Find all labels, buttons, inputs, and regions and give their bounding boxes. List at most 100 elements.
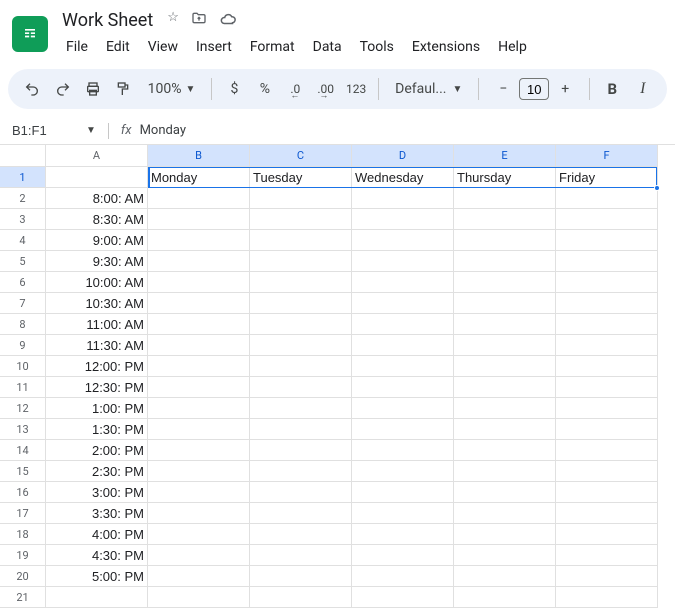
move-folder-icon[interactable]	[191, 10, 207, 32]
cell-B6[interactable]	[148, 272, 250, 293]
cell-E18[interactable]	[454, 524, 556, 545]
cell-F14[interactable]	[556, 440, 658, 461]
row-header-2[interactable]: 2	[0, 188, 46, 209]
cell-A20[interactable]: 5:00: PM	[46, 566, 148, 587]
cell-C1[interactable]: Tuesday	[250, 167, 352, 188]
cell-C15[interactable]	[250, 461, 352, 482]
cell-E11[interactable]	[454, 377, 556, 398]
col-header-A[interactable]: A	[46, 145, 148, 167]
row-header-13[interactable]: 13	[0, 419, 46, 440]
cell-E2[interactable]	[454, 188, 556, 209]
cell-E7[interactable]	[454, 293, 556, 314]
cell-F11[interactable]	[556, 377, 658, 398]
cell-E21[interactable]	[454, 587, 556, 608]
row-header-6[interactable]: 6	[0, 272, 46, 293]
doc-title[interactable]: Work Sheet	[58, 8, 157, 33]
cell-C14[interactable]	[250, 440, 352, 461]
row-header-21[interactable]: 21	[0, 587, 46, 608]
cell-A12[interactable]: 1:00: PM	[46, 398, 148, 419]
cell-D7[interactable]	[352, 293, 454, 314]
cell-E17[interactable]	[454, 503, 556, 524]
cell-F9[interactable]	[556, 335, 658, 356]
cell-D20[interactable]	[352, 566, 454, 587]
decrease-decimal-button[interactable]: .0←	[283, 75, 307, 103]
menu-view[interactable]: View	[140, 35, 186, 59]
percent-button[interactable]: %	[253, 75, 277, 103]
cell-B4[interactable]	[148, 230, 250, 251]
cell-B2[interactable]	[148, 188, 250, 209]
menu-extensions[interactable]: Extensions	[404, 35, 488, 59]
cell-B14[interactable]	[148, 440, 250, 461]
cell-C4[interactable]	[250, 230, 352, 251]
menu-edit[interactable]: Edit	[98, 35, 138, 59]
font-size-input[interactable]	[519, 78, 549, 100]
cell-F15[interactable]	[556, 461, 658, 482]
menu-tools[interactable]: Tools	[352, 35, 402, 59]
cell-B9[interactable]	[148, 335, 250, 356]
cell-B20[interactable]	[148, 566, 250, 587]
cell-A18[interactable]: 4:00: PM	[46, 524, 148, 545]
cell-D17[interactable]	[352, 503, 454, 524]
cell-B13[interactable]	[148, 419, 250, 440]
cell-E14[interactable]	[454, 440, 556, 461]
cell-F10[interactable]	[556, 356, 658, 377]
cell-A7[interactable]: 10:30: AM	[46, 293, 148, 314]
cell-B10[interactable]	[148, 356, 250, 377]
cell-F5[interactable]	[556, 251, 658, 272]
cell-C18[interactable]	[250, 524, 352, 545]
cell-A16[interactable]: 3:00: PM	[46, 482, 148, 503]
menu-data[interactable]: Data	[305, 35, 350, 59]
decrease-font-size-button[interactable]: −	[489, 75, 517, 103]
cell-F17[interactable]	[556, 503, 658, 524]
cell-C2[interactable]	[250, 188, 352, 209]
cell-D14[interactable]	[352, 440, 454, 461]
menu-format[interactable]: Format	[242, 35, 303, 59]
cell-A1[interactable]	[46, 167, 148, 188]
cell-A15[interactable]: 2:30: PM	[46, 461, 148, 482]
cell-F4[interactable]	[556, 230, 658, 251]
cell-D1[interactable]: Wednesday	[352, 167, 454, 188]
cell-E13[interactable]	[454, 419, 556, 440]
cloud-status-icon[interactable]	[219, 10, 237, 32]
row-header-5[interactable]: 5	[0, 251, 46, 272]
select-all-corner[interactable]	[0, 145, 46, 167]
cell-C16[interactable]	[250, 482, 352, 503]
cell-A17[interactable]: 3:30: PM	[46, 503, 148, 524]
cell-B7[interactable]	[148, 293, 250, 314]
cell-A6[interactable]: 10:00: AM	[46, 272, 148, 293]
italic-button[interactable]: I	[631, 75, 655, 103]
cell-F18[interactable]	[556, 524, 658, 545]
menu-file[interactable]: File	[58, 35, 96, 59]
cell-C6[interactable]	[250, 272, 352, 293]
cell-F13[interactable]	[556, 419, 658, 440]
cell-D2[interactable]	[352, 188, 454, 209]
row-header-3[interactable]: 3	[0, 209, 46, 230]
cell-E16[interactable]	[454, 482, 556, 503]
row-header-10[interactable]: 10	[0, 356, 46, 377]
col-header-D[interactable]: D	[352, 145, 454, 167]
cell-C9[interactable]	[250, 335, 352, 356]
row-header-19[interactable]: 19	[0, 545, 46, 566]
cell-A8[interactable]: 11:00: AM	[46, 314, 148, 335]
star-icon[interactable]: ☆	[167, 10, 179, 32]
cell-D4[interactable]	[352, 230, 454, 251]
row-header-15[interactable]: 15	[0, 461, 46, 482]
cell-E4[interactable]	[454, 230, 556, 251]
cell-C12[interactable]	[250, 398, 352, 419]
cell-E9[interactable]	[454, 335, 556, 356]
cell-B18[interactable]	[148, 524, 250, 545]
cell-A10[interactable]: 12:00: PM	[46, 356, 148, 377]
zoom-dropdown[interactable]: 100%▼	[142, 81, 202, 97]
cell-C20[interactable]	[250, 566, 352, 587]
redo-button[interactable]	[50, 75, 74, 103]
more-formats-button[interactable]: 123	[344, 75, 368, 103]
menu-insert[interactable]: Insert	[188, 35, 240, 59]
cell-A11[interactable]: 12:30: PM	[46, 377, 148, 398]
cell-C8[interactable]	[250, 314, 352, 335]
menu-help[interactable]: Help	[490, 35, 535, 59]
cell-E15[interactable]	[454, 461, 556, 482]
cell-F3[interactable]	[556, 209, 658, 230]
row-header-1[interactable]: 1	[0, 167, 46, 188]
row-header-12[interactable]: 12	[0, 398, 46, 419]
cell-B12[interactable]	[148, 398, 250, 419]
